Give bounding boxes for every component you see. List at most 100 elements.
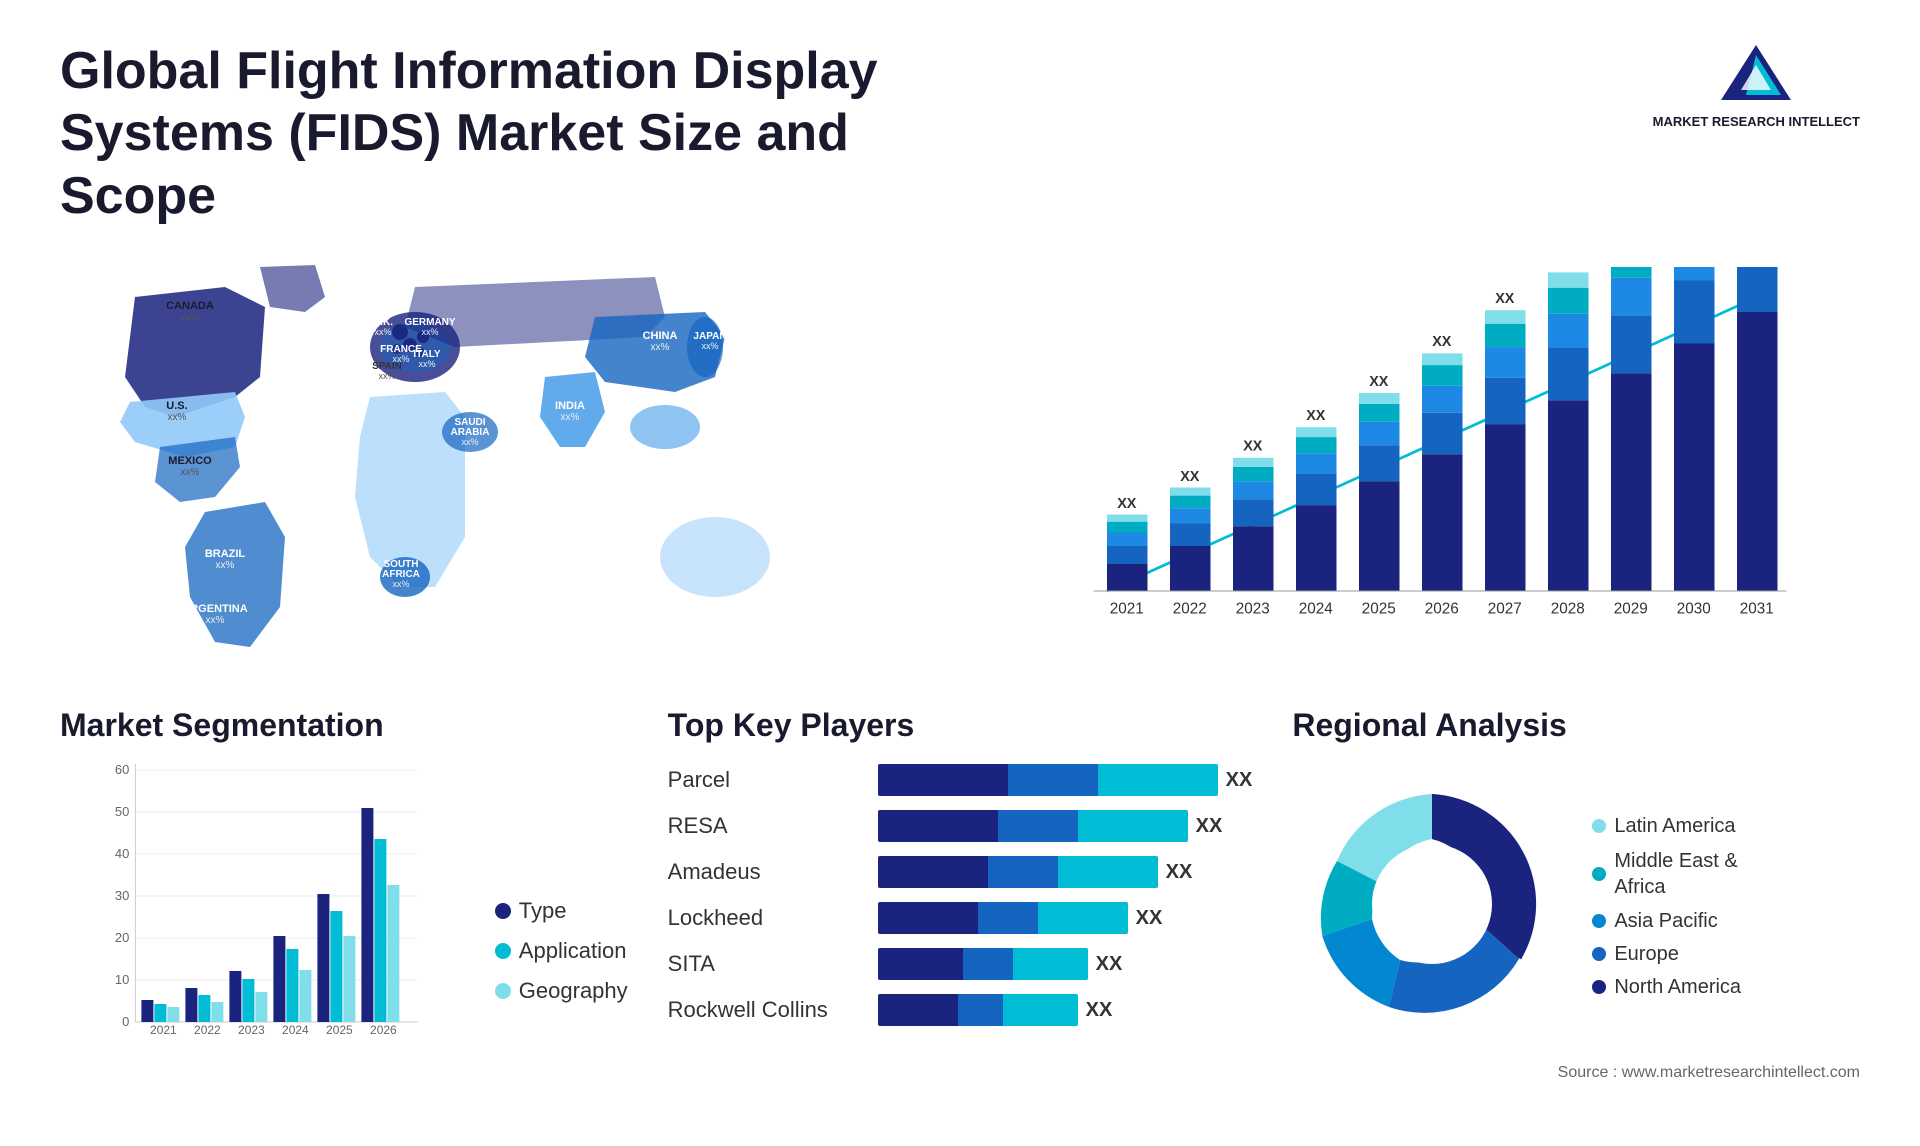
bar-seg3 (1078, 810, 1188, 842)
svg-text:xx%: xx% (421, 327, 438, 337)
svg-text:2024: 2024 (1299, 601, 1333, 618)
svg-text:2029: 2029 (1614, 601, 1648, 618)
donut-svg (1292, 764, 1572, 1044)
reg-legend-mea: Middle East &Africa (1592, 848, 1741, 900)
svg-text:BRAZIL: BRAZIL (205, 548, 246, 560)
player-bar-container: XX (878, 948, 1253, 980)
player-value: XX (1096, 953, 1123, 976)
player-bar (878, 902, 1128, 934)
bar-seg1 (878, 856, 988, 888)
reg-legend-latin-america: Latin America (1592, 815, 1741, 838)
bar-seg3 (1098, 764, 1218, 796)
logo-icon (1716, 40, 1796, 110)
bar-seg1 (878, 948, 963, 980)
svg-text:xx%: xx% (374, 327, 391, 337)
segmentation-chart-area: 0 10 20 30 40 50 60 (60, 764, 628, 1044)
svg-text:40: 40 (115, 846, 129, 861)
player-row: SITA XX (668, 948, 1253, 980)
regional-legend: Latin America Middle East &Africa Asia P… (1592, 815, 1741, 999)
reg-legend-europe: Europe (1592, 943, 1741, 966)
svg-text:2022: 2022 (1173, 601, 1207, 618)
player-name: Rockwell Collins (668, 997, 868, 1023)
reg-label-latin-america: Latin America (1614, 815, 1735, 838)
svg-text:XX: XX (1495, 291, 1515, 307)
svg-text:xx%: xx% (392, 579, 409, 589)
svg-text:2023: 2023 (1236, 601, 1270, 618)
svg-text:XX: XX (1369, 374, 1389, 390)
player-value: XX (1226, 769, 1253, 792)
source-text: Source : www.marketresearchintellect.com (60, 1064, 1860, 1082)
player-name: Lockheed (668, 905, 868, 931)
segmentation-section: Market Segmentation 0 10 20 30 40 50 60 (60, 707, 628, 1049)
bar-seg2 (958, 994, 1003, 1026)
player-name: RESA (668, 813, 868, 839)
players-section: Top Key Players Parcel XX (668, 707, 1253, 1049)
legend-label-geography: Geography (519, 978, 628, 1004)
player-bar (878, 810, 1188, 842)
svg-text:2025: 2025 (1362, 601, 1396, 618)
reg-dot-north-america (1592, 980, 1606, 994)
svg-text:2031: 2031 (1740, 601, 1774, 618)
player-value: XX (1166, 861, 1193, 884)
svg-text:U.S.: U.S. (166, 400, 187, 412)
segmentation-title: Market Segmentation (60, 707, 628, 744)
regional-section: Regional Analysis (1292, 707, 1860, 1049)
logo-text: MARKET RESEARCH INTELLECT (1653, 114, 1860, 131)
reg-dot-latin-america (1592, 819, 1606, 833)
player-name: Parcel (668, 767, 868, 793)
svg-text:XX: XX (1243, 439, 1263, 455)
seg-chart: 0 10 20 30 40 50 60 (60, 764, 475, 1044)
player-bar-container: XX (878, 764, 1253, 796)
svg-text:XX: XX (1432, 334, 1452, 350)
svg-text:0: 0 (122, 1014, 129, 1029)
players-title: Top Key Players (668, 707, 1253, 744)
svg-text:2021: 2021 (1110, 601, 1144, 618)
legend-dot-type (495, 903, 511, 919)
bar-seg2 (978, 902, 1038, 934)
player-bar-container: XX (878, 994, 1253, 1026)
svg-text:xx%: xx% (181, 313, 200, 324)
bar-seg2 (963, 948, 1013, 980)
player-name: SITA (668, 951, 868, 977)
svg-text:xx%: xx% (206, 615, 225, 626)
legend-dot-application (495, 943, 511, 959)
player-row: RESA XX (668, 810, 1253, 842)
player-name: Amadeus (668, 859, 868, 885)
world-map: CANADA xx% U.S. xx% MEXICO xx% BRAZIL xx… (60, 257, 930, 677)
player-bar (878, 764, 1218, 796)
legend-application: Application (495, 938, 628, 964)
seg-chart-svg: 0 10 20 30 40 50 60 (60, 764, 475, 1044)
players-list: Parcel XX RESA (668, 764, 1253, 1026)
bar-seg2 (998, 810, 1078, 842)
svg-text:2026: 2026 (370, 1023, 397, 1037)
svg-text:ARGENTINA: ARGENTINA (182, 603, 247, 615)
regional-title: Regional Analysis (1292, 707, 1860, 744)
svg-text:CANADA: CANADA (166, 300, 214, 312)
player-bar-container: XX (878, 810, 1253, 842)
svg-text:50: 50 (115, 804, 129, 819)
bar-chart: XX XX XX (1040, 267, 1840, 627)
svg-text:xx%: xx% (561, 412, 580, 423)
player-value: XX (1086, 999, 1113, 1022)
reg-dot-mea (1592, 867, 1606, 881)
svg-text:20: 20 (115, 930, 129, 945)
svg-text:2024: 2024 (282, 1023, 309, 1037)
legend-label-application: Application (519, 938, 627, 964)
reg-label-asia-pacific: Asia Pacific (1614, 910, 1717, 933)
svg-text:XX: XX (1117, 496, 1137, 512)
player-value: XX (1196, 815, 1223, 838)
svg-text:2022: 2022 (194, 1023, 221, 1037)
player-bar (878, 856, 1158, 888)
bar-seg1 (878, 994, 958, 1026)
donut-chart (1292, 764, 1572, 1049)
svg-text:INDIA: INDIA (555, 400, 585, 412)
map-section: CANADA xx% U.S. xx% MEXICO xx% BRAZIL xx… (60, 257, 930, 677)
header: Global Flight Information Display System… (60, 40, 1860, 227)
seg-legend: Type Application Geography (495, 898, 628, 1044)
bar-seg3 (1013, 948, 1088, 980)
svg-text:xx%: xx% (418, 359, 435, 369)
svg-text:xx%: xx% (651, 342, 670, 353)
legend-geography: Geography (495, 978, 628, 1004)
player-row: Amadeus XX (668, 856, 1253, 888)
reg-label-north-america: North America (1614, 976, 1741, 999)
